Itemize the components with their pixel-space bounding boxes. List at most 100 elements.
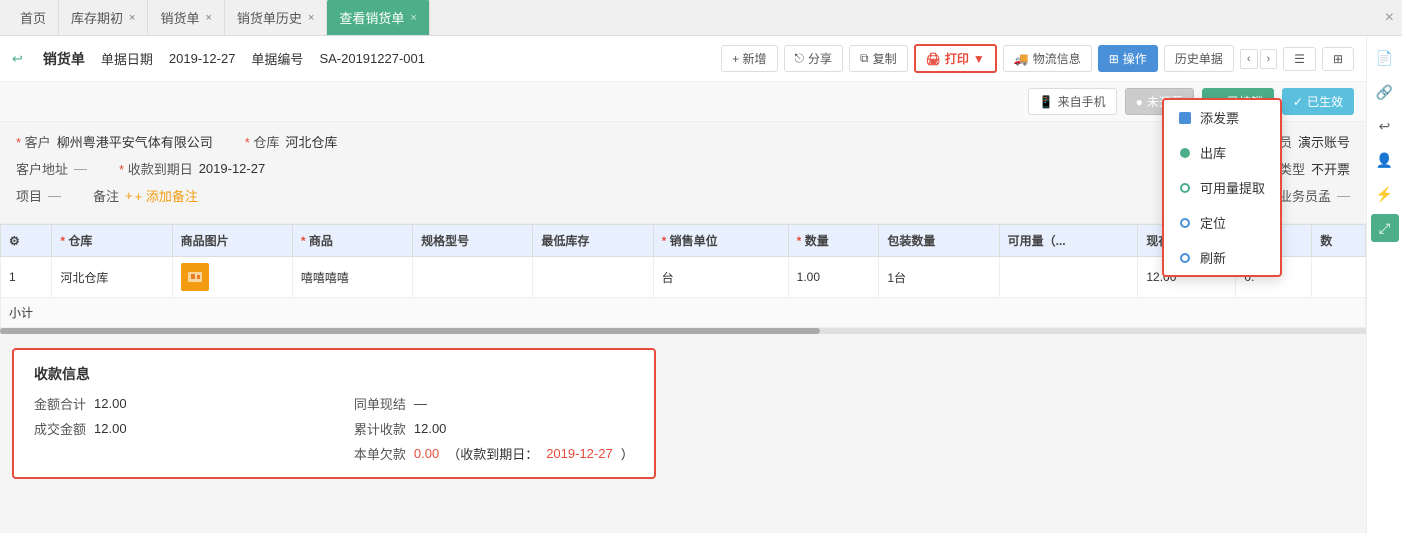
nav-arrows: ‹ ›	[1240, 49, 1277, 69]
add-note-label: + 添加备注	[135, 186, 198, 205]
transaction-label: 成交金额	[34, 419, 86, 438]
phone-icon: 📱	[1039, 95, 1054, 109]
sidebar-user-icon[interactable]: 👤	[1371, 146, 1399, 174]
tab-sales-history[interactable]: 销货单历史 ×	[225, 0, 327, 35]
subtotal-row: 小计	[1, 298, 1366, 328]
summary-title: 收款信息	[34, 364, 634, 384]
refresh-circle-icon	[1180, 253, 1190, 263]
sidebar-action-icon[interactable]: ⚡	[1371, 180, 1399, 208]
col-qty: 数量	[788, 225, 879, 257]
sidebar-return-icon[interactable]: ↩	[1371, 112, 1399, 140]
logistics-button[interactable]: 🚚 物流信息	[1003, 45, 1092, 72]
product-image-icon	[186, 268, 204, 286]
share-button[interactable]: ⎋ 分享	[784, 45, 844, 72]
view-grid-button[interactable]: ⊞	[1322, 47, 1354, 71]
address-label: 客户地址	[16, 159, 68, 178]
refresh-icon	[1178, 251, 1192, 265]
dropdown-item-outstock[interactable]: 出库	[1164, 135, 1280, 170]
summary-area: 收款信息 金额合计 12.00 同单现结 — 成交金额 12.00	[0, 334, 1366, 493]
row-qty: 1.00	[788, 257, 879, 298]
transaction-row: 成交金额 12.00	[34, 419, 314, 438]
project-field: 项目 —	[16, 186, 61, 205]
due-label: 本单欠款	[354, 444, 406, 463]
next-button[interactable]: ›	[1260, 49, 1278, 69]
summary-grid: 金额合计 12.00 同单现结 — 成交金额 12.00 累计收款	[34, 394, 634, 463]
from-phone-button[interactable]: 📱 来自手机	[1028, 88, 1117, 115]
tab-sales-history-close[interactable]: ×	[308, 12, 314, 24]
due-date-value: 2019-12-27	[199, 161, 266, 176]
settings-icon[interactable]: ⚙	[9, 234, 20, 248]
outstock-circle-icon	[1180, 148, 1190, 158]
right-sidebar: 📄 🔗 ↩ 👤 ⚡ ⤢	[1366, 36, 1402, 533]
row-warehouse: 河北仓库	[52, 257, 172, 298]
prev-button[interactable]: ‹	[1240, 49, 1258, 69]
add-note-button[interactable]: + + 添加备注	[125, 186, 198, 205]
check2-label: 已生效	[1307, 93, 1343, 110]
view-list-button[interactable]: ☰	[1283, 47, 1316, 71]
tab-sales[interactable]: 销货单 ×	[148, 0, 224, 35]
share-icon: ⎋	[795, 51, 805, 66]
tab-inventory[interactable]: 库存期初 ×	[59, 0, 148, 35]
col-min-stock: 最低库存	[533, 225, 653, 257]
row-spec	[413, 257, 533, 298]
tab-inventory-close[interactable]: ×	[129, 12, 135, 24]
sidebar-expand-icon[interactable]: ⤢	[1371, 214, 1399, 242]
cumulative-value: 12.00	[414, 421, 447, 436]
staff2-value: —	[1337, 188, 1350, 203]
row-image	[172, 257, 292, 298]
available-circle-icon	[1180, 183, 1190, 193]
history-button[interactable]: 历史单据	[1164, 45, 1234, 72]
table-row: 1 河北仓库	[1, 257, 1366, 298]
new-button[interactable]: + 新增	[721, 45, 777, 72]
dropdown-item-invoice[interactable]: 添发票	[1164, 100, 1280, 135]
logistics-label: 物流信息	[1033, 50, 1081, 67]
warehouse-label: 仓库	[245, 132, 280, 151]
locate-circle-icon	[1180, 218, 1190, 228]
product-thumbnail	[181, 263, 209, 291]
tab-home[interactable]: 首页	[8, 0, 59, 35]
row-unit: 台	[653, 257, 788, 298]
project-label: 项目	[16, 186, 42, 205]
form-row-3: 项目 — 备注 + + 添加备注 业务员孟 —	[16, 186, 1350, 205]
customer-field: 客户 柳州粤港平安气体有限公司	[16, 132, 213, 151]
grid-icon: ⊞	[1109, 52, 1119, 66]
dropdown-item-locate[interactable]: 定位	[1164, 205, 1280, 240]
due-note: （收款到期日：	[447, 444, 538, 463]
sidebar-doc-icon[interactable]: 📄	[1371, 44, 1399, 72]
summary-box: 收款信息 金额合计 12.00 同单现结 — 成交金额 12.00	[12, 348, 656, 479]
dropdown-item-available[interactable]: 可用量提取	[1164, 170, 1280, 205]
invoice-icon	[1178, 111, 1192, 125]
due-date-note: 2019-12-27	[546, 446, 613, 461]
action-dropdown-menu: 添发票 出库 可用量提取 定位	[1162, 98, 1282, 277]
customer-value: 柳州粤港平安气体有限公司	[57, 132, 213, 151]
cumulative-label: 累计收款	[354, 419, 406, 438]
effective-icon: ✓	[1293, 95, 1303, 109]
dropdown-item-refresh[interactable]: 刷新	[1164, 240, 1280, 275]
invoice-label: 添发票	[1200, 108, 1239, 127]
row-available	[999, 257, 1138, 298]
customer-label: 客户	[16, 132, 51, 151]
doc-meta: 单据日期 2019-12-27 单据编号 SA-20191227-001	[101, 49, 425, 68]
copy-button[interactable]: ⧉ 复制	[849, 45, 908, 72]
window-close-icon[interactable]: ×	[1385, 9, 1394, 27]
action-button[interactable]: ⊞ 操作	[1098, 45, 1158, 72]
add-note-icon: +	[125, 188, 133, 203]
tab-view-sales-close[interactable]: ×	[410, 12, 416, 24]
tab-sales-label: 销货单	[160, 8, 199, 27]
staff-value: 演示账号	[1298, 132, 1350, 151]
total-label: 金额合计	[34, 394, 86, 413]
total-row: 金额合计 12.00	[34, 394, 314, 413]
copy-icon: ⧉	[860, 51, 869, 66]
tab-view-sales[interactable]: 查看销货单 ×	[327, 0, 429, 35]
outstock-label: 出库	[1200, 143, 1226, 162]
row-pkg-qty: 1台	[879, 257, 999, 298]
subtotal-label: 小计	[1, 298, 1366, 328]
print-button[interactable]: 🖨 打印 ▼	[914, 44, 997, 73]
sidebar-link-icon[interactable]: 🔗	[1371, 78, 1399, 106]
tab-sales-close[interactable]: ×	[205, 12, 211, 24]
tab-bar: 首页 库存期初 × 销货单 × 销货单历史 × 查看销货单 × ×	[0, 0, 1402, 36]
from-phone-label: 来自手机	[1058, 93, 1106, 110]
body-area: ↩ 销货单 单据日期 2019-12-27 单据编号 SA-20191227-0…	[0, 36, 1402, 533]
effective-button[interactable]: ✓ 已生效	[1282, 88, 1354, 115]
same-order-label: 同单现结	[354, 394, 406, 413]
